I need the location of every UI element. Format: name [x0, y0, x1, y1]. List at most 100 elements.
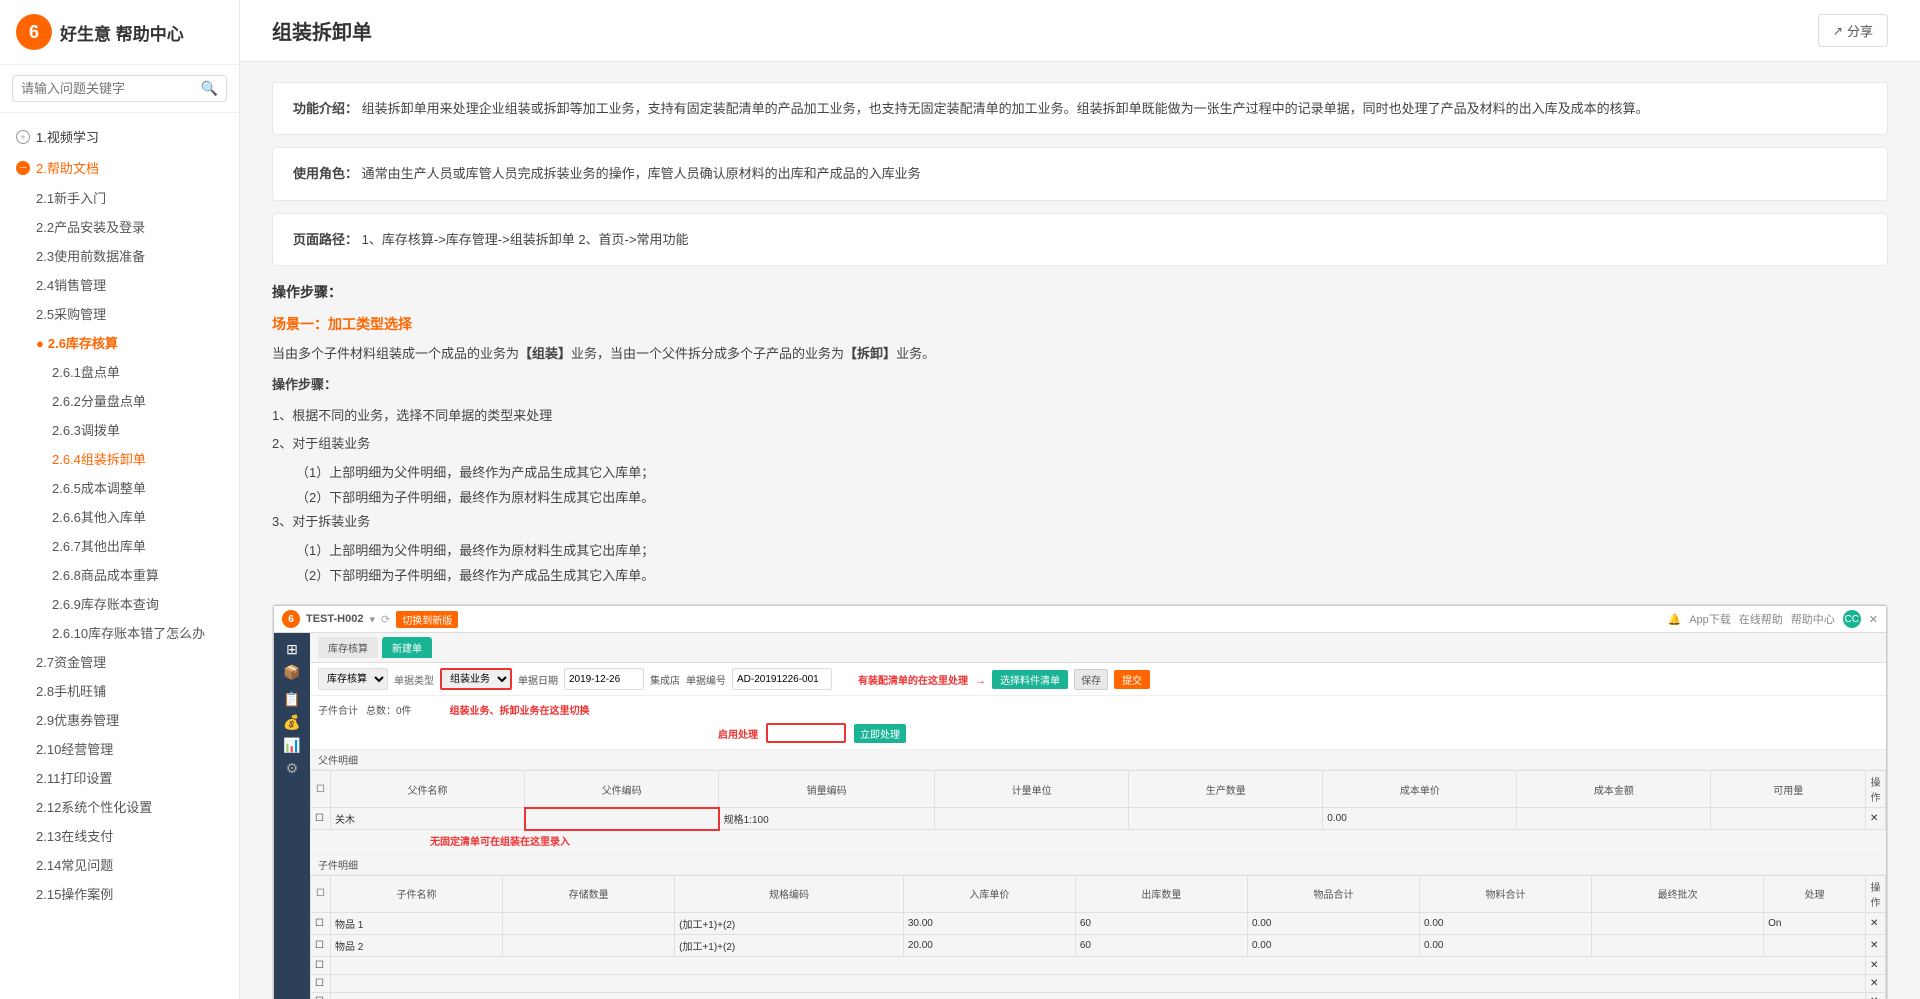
sidebar-item-inventory[interactable]: ●2.6库存核算 [0, 328, 239, 357]
l-cell-inprice1: 30.00 [903, 912, 1075, 934]
lcol-stock: 存储数量 [503, 875, 675, 912]
topbar-text-help: 在线帮助 [1739, 611, 1783, 627]
l-cell-check5: ☐ [311, 992, 331, 999]
search-input[interactable] [21, 81, 201, 96]
topbar-close-icon[interactable]: ✕ [1869, 613, 1878, 626]
sidebar-item-2-6-4[interactable]: 2.6.4组装拆卸单 [0, 444, 239, 473]
lcol-name: 子件名称 [331, 875, 503, 912]
l-cell-inprice2: 20.00 [903, 934, 1075, 956]
cell-available [1711, 808, 1866, 830]
share-button[interactable]: ↗ 分享 [1818, 14, 1888, 47]
l-cell-process2 [1764, 934, 1866, 956]
sidebar-item-sales[interactable]: 2.4销售管理 [0, 270, 239, 299]
sidebar-item-2-6-2[interactable]: 2.6.2分量盘点单 [0, 386, 239, 415]
cell-cost-total [1517, 808, 1711, 830]
sidebar-item-2-6-9[interactable]: 2.6.9库存账本查询 [0, 589, 239, 618]
sidebar-item-2-6-1[interactable]: 2.6.1盘点单 [0, 357, 239, 386]
role-block: 使用角色： 通常由生产人员或库管人员完成拆装业务的操作，库管人员确认原材料的出库… [272, 147, 1888, 200]
nav-list: + 1.视频学习 － 2.帮助文档 2.1新手入门 2.2产品安装及登录 2.3… [0, 113, 239, 999]
sidebar-item-docs-label: 2.帮助文档 [36, 158, 99, 177]
sidebar-item-2-6-10[interactable]: 2.6.10库存账本错了怎么办 [0, 618, 239, 647]
col-cost-unit: 成本单价 [1323, 771, 1517, 808]
logo-icon: 6 [16, 14, 52, 50]
l-cell-stock1 [503, 912, 675, 934]
steps-sub-heading: 操作步骤： [272, 373, 1888, 398]
sidebar-item-2-12[interactable]: 2.12系统个性化设置 [0, 792, 239, 821]
mock-app: 6 TEST-H002 ▾ ⟳ 切换到新版 🔔 App下载 在线帮助 帮助中心 … [273, 605, 1887, 999]
step2-sub2: （2）下部明细为子件明细，最终作为原材料生成其它出库单。 [272, 486, 1888, 511]
logo-text: 好生意 帮助中心 [60, 20, 184, 45]
sidebar-item-2-14[interactable]: 2.14常见问题 [0, 850, 239, 879]
confirm-btn[interactable]: 选择料件清单 [992, 670, 1068, 689]
sidebar-item-2-6-5[interactable]: 2.6.5成本调整单 [0, 473, 239, 502]
sidebar-item-2-7[interactable]: 2.7资金管理 [0, 647, 239, 676]
table-row: ☐ 关木 规格1:100 0.00 ✕ [311, 808, 1886, 830]
tab-new-order[interactable]: 新建单 [382, 637, 432, 658]
app-form-area: 子件合计 总数：0件 组装业务、拆卸业务在这里切换 启用处理 立即处理 [310, 696, 1886, 750]
main-content: 组装拆卸单 ↗ 分享 功能介绍： 组装拆卸单用来处理企业组装或拆卸等加工业务，支… [240, 0, 1920, 999]
sidebar-item-2-9[interactable]: 2.9优惠券管理 [0, 705, 239, 734]
tab-inventory[interactable]: 库存核算 [318, 637, 378, 658]
lower-table-row2: ☐ 物品 2 (加工+1)+(2) 20.00 60 0.00 0.00 [311, 934, 1886, 956]
cell-unit [935, 808, 1129, 830]
sidebar-item-2-10[interactable]: 2.10经营管理 [0, 734, 239, 763]
path-text: 1、库存核算->库存管理->组装拆卸单 2、首页->常用功能 [362, 232, 689, 247]
lcol-batch: 最终批次 [1592, 875, 1764, 912]
content-area: 功能介绍： 组装拆卸单用来处理企业组装或拆卸等加工业务，支持有固定装配清单的产品… [240, 62, 1920, 999]
cell-action: ✕ [1866, 808, 1886, 830]
step3: 3、对于拆装业务 [272, 510, 1888, 535]
l-cell-spec1: (加工+1)+(2) [675, 912, 904, 934]
sidebar-item-2-15[interactable]: 2.15操作案例 [0, 879, 239, 908]
steps-heading: 操作步骤： [272, 282, 1888, 302]
sidebar-item-purchase[interactable]: 2.5采购管理 [0, 299, 239, 328]
search-icon[interactable]: 🔍 [201, 80, 218, 97]
l-cell-spec2: (加工+1)+(2) [675, 934, 904, 956]
sidebar-item-2-6-3[interactable]: 2.6.3调拨单 [0, 415, 239, 444]
sidebar-item-videos[interactable]: + 1.视频学习 [0, 121, 239, 152]
sidebar-item-docs[interactable]: － 2.帮助文档 [0, 152, 239, 183]
annotation4-text: 无固定清单可在组装在这里录入 [430, 837, 570, 848]
role-text: 通常由生产人员或库管人员完成拆装业务的操作，库管人员确认原材料的出库和产成品的入… [362, 166, 921, 181]
annotation2-text: 组装业务、拆卸业务在这里切换 [450, 702, 590, 717]
cell-qty [1129, 808, 1323, 830]
sidebar-item-2-6-6[interactable]: 2.6.6其他入库单 [0, 502, 239, 531]
sidebar-item-newcomer[interactable]: 2.1新手入门 [0, 183, 239, 212]
lower-table-row1: ☐ 物品 1 (加工+1)+(2) 30.00 60 0.00 0.00 [311, 912, 1886, 934]
lcol-mattotal: 物料合计 [1420, 875, 1592, 912]
save-btn[interactable]: 保存 [1074, 669, 1108, 690]
annotation4-area: 无固定清单可在组装在这里录入 [310, 831, 1886, 854]
sidebar-item-2-11[interactable]: 2.11打印设置 [0, 763, 239, 792]
sidebar-item-2-13[interactable]: 2.13在线支付 [0, 821, 239, 850]
l-cell-op5: ✕ [1866, 992, 1886, 999]
sidebar-item-dataprep[interactable]: 2.3使用前数据准备 [0, 241, 239, 270]
app-title: TEST-H002 [306, 613, 363, 625]
l-cell-name2: 物品 2 [331, 934, 503, 956]
apply-btn[interactable]: 立即处理 [854, 724, 906, 743]
l-cell-empty3 [331, 956, 1866, 974]
toolbar-order-type-select[interactable]: 组装业务 [440, 668, 512, 690]
toolbar-order-no-input[interactable] [732, 668, 832, 690]
l-cell-op4: ✕ [1866, 974, 1886, 992]
annotation1-text: 有装配清单的在这里处理 [858, 676, 968, 687]
sidebar-item-2-6-8[interactable]: 2.6.8商品成本重算 [0, 560, 239, 589]
collapse-icon: － [16, 161, 30, 175]
sidebar-icon1: ⊞ [286, 641, 298, 658]
sidebar-item-install[interactable]: 2.2产品安装及登录 [0, 212, 239, 241]
toolbar-type-select[interactable]: 库存核算 [318, 668, 388, 690]
topbar-avatar: CC [1843, 610, 1861, 628]
col-sku: 销量编码 [719, 771, 935, 808]
app-orange-btn[interactable]: 切换到新版 [396, 611, 458, 628]
sidebar-item-2-6-7[interactable]: 2.6.7其他出库单 [0, 531, 239, 560]
l-cell-outqty2: 60 [1075, 934, 1247, 956]
lcol-op: 操作 [1866, 875, 1886, 912]
sidebar-item-2-8[interactable]: 2.8手机旺铺 [0, 676, 239, 705]
lower-table-row4: ☐ ✕ [311, 974, 1886, 992]
l-cell-outqty1: 60 [1075, 912, 1247, 934]
l-cell-name1: 物品 1 [331, 912, 503, 934]
l-cell-check1: ☐ [311, 912, 331, 934]
select-type-input[interactable] [766, 723, 846, 743]
submit-btn[interactable]: 提交 [1114, 670, 1150, 689]
cell-parent-code [525, 808, 719, 830]
toolbar-date-input[interactable] [564, 668, 644, 690]
l-cell-batch2 [1592, 934, 1764, 956]
